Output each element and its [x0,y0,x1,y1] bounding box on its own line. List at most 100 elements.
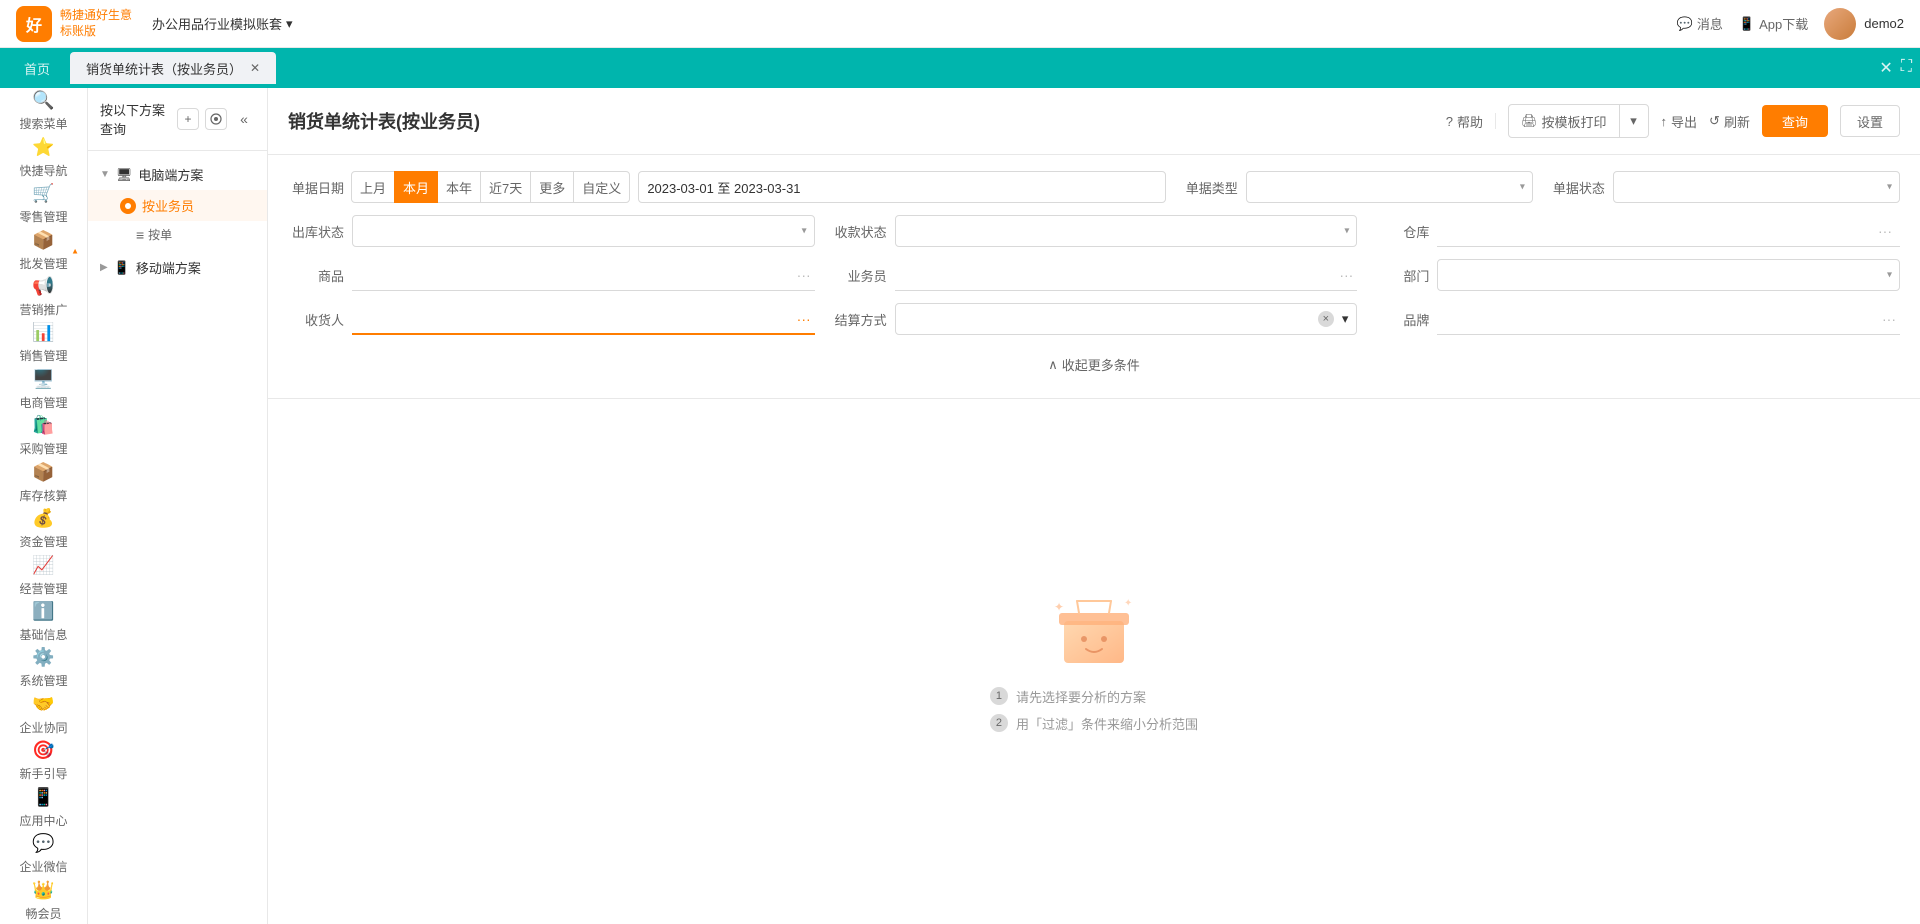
sidebar-item-operations[interactable]: 📈 经营管理 [0,552,87,598]
tab-bar: 首页 销货单统计表（按业务员） ✕ ✕ ⛶ [0,48,1920,88]
handshake-icon: 🤝 [32,694,54,715]
sidebar-item-app-center[interactable]: 📱 应用中心 [0,785,87,831]
query-btn[interactable]: 查询 [1762,105,1828,137]
date-tab-this-year[interactable]: 本年 [437,171,481,203]
app-selector[interactable]: 办公用品行业模拟账套 ▾ [144,10,301,37]
scheme-group-desktop: ▼ 🖥 电脑端方案 按业务员 ≡ 按单 [88,159,267,248]
scheme-actions: + « [177,108,255,130]
doc-status-label: 单据状态 [1549,178,1605,197]
warehouse-dots-btn[interactable]: ··· [1874,223,1896,239]
out-status-select[interactable] [352,215,815,247]
guide-icon: 🎯 [32,740,54,761]
page-actions: ? 帮助 🖨 按模板打印 ▾ ↑ [1446,104,1900,138]
goods-dots-btn[interactable]: ··· [797,267,811,283]
sidebar-item-ecommerce[interactable]: 🖥️ 电商管理 [0,367,87,413]
scheme-group-header-mobile[interactable]: ▶ 📱 移动端方案 [88,252,267,283]
sidebar-item-base-info[interactable]: ℹ️ 基础信息 [0,599,87,645]
filter-area: 单据日期 上月 本月 本年 近7天 更多 自定义 2023-03-01 至 20… [268,155,1920,399]
scheme-group-header-desktop[interactable]: ▼ 🖥 电脑端方案 [88,159,267,190]
sidebar-item-search-menu[interactable]: 🔍 搜索菜单 [0,88,87,134]
scheme-edit-btn[interactable] [205,108,227,130]
consignee-dots-btn[interactable]: ··· [797,311,811,327]
scheme-collapse-btn[interactable]: « [233,108,255,130]
sidebar-item-newbie[interactable]: 🎯 新手引导 [0,738,87,784]
sidebar-item-finance[interactable]: 💰 资金管理 [0,506,87,552]
export-btn[interactable]: ↑ 导出 [1661,112,1698,131]
sidebar-item-wechat[interactable]: 💬 企业微信 [0,831,87,877]
sidebar-item-retail-mgmt[interactable]: 🛒 零售管理 [0,181,87,227]
export-icon: ↑ [1661,114,1668,129]
brand-input[interactable] [1437,303,1900,335]
tab-close-icon[interactable]: ✕ [250,62,260,74]
step-num-2: 2 [990,714,1008,732]
template-print-arrow[interactable]: ▾ [1620,105,1648,137]
payment-label: 结算方式 [831,310,887,329]
top-bar-right: 💬 消息 📱 App下载 demo2 [1677,8,1904,40]
sidebar-item-wholesale-mgmt[interactable]: 📦 批发管理 [0,227,87,273]
collect-status-select[interactable] [895,215,1358,247]
scheme-add-btn[interactable]: + [177,108,199,130]
main-content: 销货单统计表(按业务员) ? 帮助 🖨 按模板打印 ▾ [268,88,1920,924]
scheme-child-by-salesman[interactable]: 按业务员 [88,190,267,221]
sidebar-item-sys-mgmt[interactable]: ⚙️ 系统管理 [0,645,87,691]
filter-consignee: 收货人 ··· [288,303,815,335]
mobile-icon: 📱 [32,787,54,808]
date-tab-this-month[interactable]: 本月 [394,171,438,203]
settings-btn[interactable]: 设置 [1840,105,1900,137]
logo-text: 畅捷通好生意 标账版 [60,8,132,39]
tab-sales-stat[interactable]: 销货单统计表（按业务员） ✕ [70,52,276,84]
brand-dots-btn[interactable]: ··· [1882,311,1896,327]
brand-label: 品牌 [1373,310,1429,329]
sidebar-item-quick-nav[interactable]: ⭐ 快捷导航 [0,134,87,180]
expand-icon[interactable]: ⛶ [1901,58,1912,78]
filter-doc-status: 单据状态 ▾ [1549,171,1900,203]
refresh-icon: ↺ [1709,113,1720,129]
filter-payment: 结算方式 × ▾ [831,303,1358,335]
date-tab-last-month[interactable]: 上月 [351,171,395,203]
dept-select[interactable] [1437,259,1900,291]
salesman-input[interactable] [895,259,1358,291]
arrow-right-icon: ▶ [100,262,108,273]
date-tab-more[interactable]: 更多 [530,171,574,203]
date-range-picker[interactable]: 2023-03-01 至 2023-03-31 [638,171,1165,203]
salesman-dots-btn[interactable]: ··· [1339,267,1353,283]
cart-icon: 🛒 [32,183,54,204]
date-tabs: 上月 本月 本年 近7天 更多 自定义 [352,171,630,203]
tab-home[interactable]: 首页 [8,52,66,84]
date-tab-last-7-days[interactable]: 近7天 [480,171,531,203]
avatar [1824,8,1856,40]
scheme-subchild-by-order[interactable]: ≡ 按单 [88,221,267,248]
template-print-main[interactable]: 🖨 按模板打印 [1509,105,1620,137]
sidebar-item-sales-mgmt[interactable]: 📊 销售管理 [0,320,87,366]
svg-text:✦: ✦ [1124,598,1132,609]
filter-row-3: 商品 ··· 业务员 ··· 部门 [288,259,1900,291]
sidebar-item-inventory[interactable]: 📦 库存核算 [0,460,87,506]
filter-row-2: 出库状态 ▾ 收款状态 [288,215,1900,247]
goods-input[interactable] [352,259,815,291]
user-area[interactable]: demo2 [1824,8,1904,40]
date-tab-custom[interactable]: 自定义 [573,171,630,203]
dept-label: 部门 [1373,266,1429,285]
close-all-icon[interactable]: ✕ [1879,58,1892,78]
empty-illustration: ✦ ✦ [1044,591,1144,671]
desktop-icon: 🖥 [116,167,133,183]
template-print-btn[interactable]: 🖨 按模板打印 ▾ [1508,104,1649,138]
sidebar-item-member[interactable]: 👑 畅会员 [0,877,87,923]
consignee-input[interactable] [352,303,815,335]
collapse-btn[interactable]: ∧ 收起更多条件 [288,347,1900,382]
doc-type-wrapper: ▾ [1246,171,1533,203]
sidebar-item-marketing[interactable]: 📢 营销推广 [0,274,87,320]
doc-status-select[interactable] [1613,171,1900,203]
app-download-btn[interactable]: 📱 App下载 [1739,14,1808,33]
refresh-btn[interactable]: ↺ 刷新 [1709,112,1750,131]
empty-step-1: 1 请先选择要分析的方案 [990,687,1198,706]
warehouse-input[interactable] [1437,215,1900,247]
doc-type-select[interactable] [1246,171,1533,203]
help-btn[interactable]: ? 帮助 [1446,112,1483,131]
sidebar-item-purchase-mgmt[interactable]: 🛍️ 采购管理 [0,413,87,459]
bag-icon: 🛍️ [32,415,54,436]
sidebar-item-enterprise[interactable]: 🤝 企业协同 [0,692,87,738]
message-btn[interactable]: 💬 消息 [1677,14,1723,33]
divider1 [1495,113,1496,129]
payment-clear-btn[interactable]: × [1318,311,1334,327]
